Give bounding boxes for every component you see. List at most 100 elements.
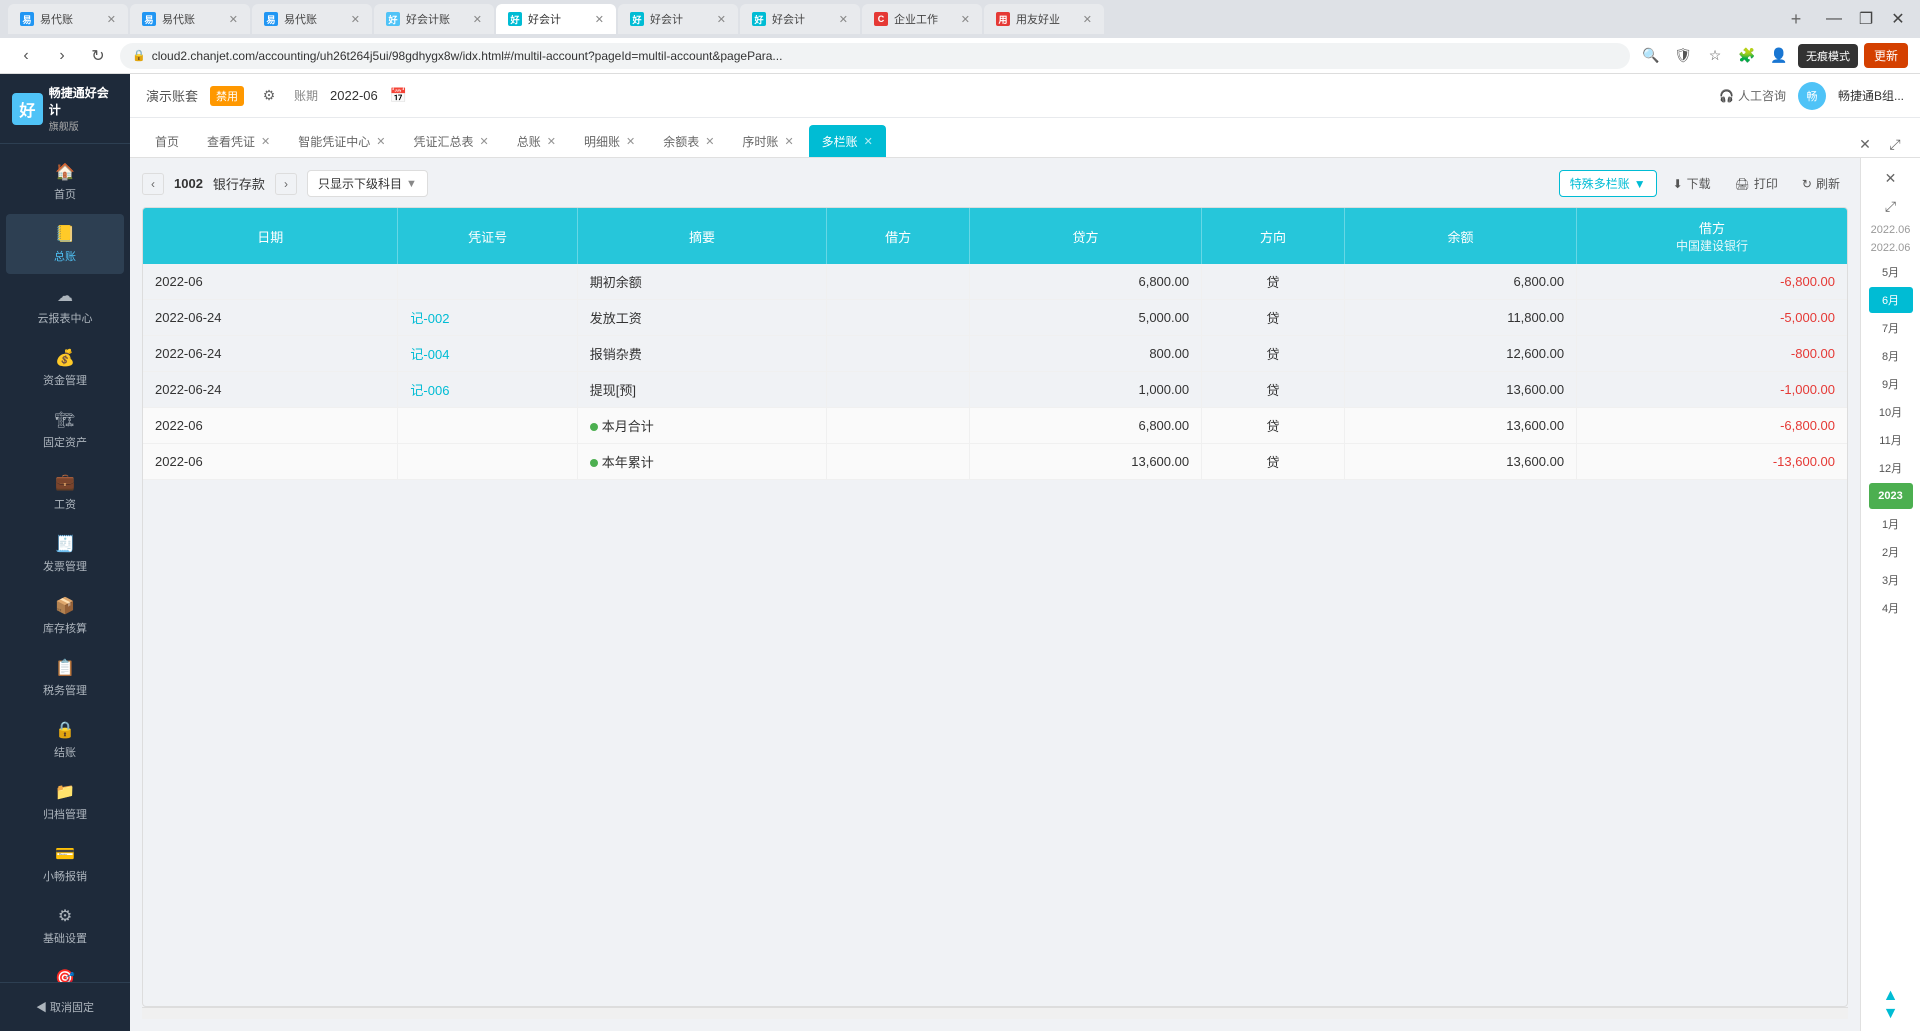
extensions-icon[interactable]: 🧩: [1734, 43, 1760, 69]
page-tab-3[interactable]: 凭证汇总表✕: [400, 125, 501, 157]
tab-close-icon[interactable]: ✕: [961, 13, 970, 26]
voucher-link[interactable]: 记-002: [410, 311, 449, 326]
star-icon[interactable]: ☆: [1702, 43, 1728, 69]
browser-tab-t2[interactable]: 易易代账✕: [130, 4, 250, 34]
month-item[interactable]: 7月: [1869, 315, 1913, 341]
page-tab-close-icon[interactable]: ✕: [864, 135, 873, 148]
url-bar[interactable]: 🔒 cloud2.chanjet.com/accounting/uh26t264…: [120, 43, 1630, 69]
shield-icon[interactable]: 🛡: [1670, 43, 1696, 69]
sidebar-item-invoice[interactable]: 🧾发票管理: [6, 524, 124, 584]
page-tab-close-icon[interactable]: ✕: [626, 135, 635, 148]
page-tab-2[interactable]: 智能凭证中心✕: [285, 125, 398, 157]
calendar-icon[interactable]: 📅: [390, 87, 407, 104]
page-tab-6[interactable]: 余额表✕: [650, 125, 727, 157]
tab-close-icon[interactable]: ✕: [351, 13, 360, 26]
forward-button[interactable]: ›: [48, 42, 76, 70]
page-tab-7[interactable]: 序时账✕: [729, 125, 806, 157]
tab-close-icon[interactable]: ✕: [1083, 13, 1092, 26]
tab-close-icon[interactable]: ✕: [229, 13, 238, 26]
sidebar-pin-button[interactable]: ◀ 取消固定: [6, 993, 124, 1021]
special-multicolumn-button[interactable]: 特殊多栏账 ▼: [1559, 170, 1657, 197]
page-tab-close-icon[interactable]: ✕: [547, 135, 556, 148]
close-window-button[interactable]: ✕: [1884, 5, 1912, 33]
table-cell-1-1[interactable]: 记-002: [398, 300, 577, 336]
horizontal-scrollbar[interactable]: [142, 1007, 1848, 1019]
browser-tab-t6[interactable]: 好好会计✕: [618, 4, 738, 34]
browser-tab-t4[interactable]: 好好会计账✕: [374, 4, 494, 34]
page-tab-5[interactable]: 明细账✕: [571, 125, 648, 157]
collapse-tabs-button[interactable]: ✕: [1852, 131, 1878, 157]
voucher-link[interactable]: 记-006: [410, 383, 449, 398]
browser-tab-t8[interactable]: C企业工作✕: [862, 4, 982, 34]
page-tab-close-icon[interactable]: ✕: [480, 135, 489, 148]
download-button[interactable]: ⬇ 下载: [1665, 171, 1719, 196]
profile-icon[interactable]: 👤: [1766, 43, 1792, 69]
month-item[interactable]: 9月: [1869, 371, 1913, 397]
month-item[interactable]: 3月: [1869, 567, 1913, 593]
browser-tab-t1[interactable]: 易易代账✕: [8, 4, 128, 34]
table-cell-2-1[interactable]: 记-004: [398, 336, 577, 372]
prev-account-button[interactable]: ‹: [142, 173, 164, 195]
month-item[interactable]: 1月: [1869, 511, 1913, 537]
tab-close-icon[interactable]: ✕: [839, 13, 848, 26]
sidebar-item-guide[interactable]: 🎯新手引导: [6, 958, 124, 982]
tab-close-icon[interactable]: ✕: [473, 13, 482, 26]
month-item-active[interactable]: 6月: [1869, 287, 1913, 313]
page-tab-close-icon[interactable]: ✕: [261, 135, 270, 148]
tab-close-icon[interactable]: ✕: [107, 13, 116, 26]
voucher-link[interactable]: 记-004: [410, 347, 449, 362]
sidebar-item-close[interactable]: 🔒结账: [6, 710, 124, 770]
sidebar-item-ledger[interactable]: 📒总账: [6, 214, 124, 274]
back-button[interactable]: ‹: [12, 42, 40, 70]
month-item[interactable]: 8月: [1869, 343, 1913, 369]
sidebar-item-expense[interactable]: 💳小畅报销: [6, 834, 124, 894]
page-tab-1[interactable]: 查看凭证✕: [194, 125, 283, 157]
sidebar-item-fixed-asset[interactable]: 🏗固定资产: [6, 400, 124, 460]
tab-close-icon[interactable]: ✕: [717, 13, 726, 26]
month-item[interactable]: 11月: [1869, 427, 1913, 453]
page-tab-close-icon[interactable]: ✕: [376, 135, 385, 148]
settings-icon[interactable]: ⚙: [256, 83, 282, 109]
tab-close-icon[interactable]: ✕: [595, 13, 604, 26]
print-button[interactable]: 🖨 打印: [1727, 171, 1786, 196]
month-item[interactable]: 4月: [1869, 595, 1913, 621]
sidebar-item-tax[interactable]: 📋税务管理: [6, 648, 124, 708]
panel-close-button[interactable]: ✕: [1879, 166, 1903, 190]
panel-expand-button[interactable]: ⤢: [1879, 194, 1903, 218]
sidebar-item-salary[interactable]: 💼工资: [6, 462, 124, 522]
table-cell-3-1[interactable]: 记-006: [398, 372, 577, 408]
page-tab-close-icon[interactable]: ✕: [705, 135, 714, 148]
next-account-button[interactable]: ›: [275, 173, 297, 195]
month-item[interactable]: 2月: [1869, 539, 1913, 565]
new-tab-button[interactable]: +: [1782, 5, 1810, 33]
sidebar-item-inventory[interactable]: 📦库存核算: [6, 586, 124, 646]
browser-tab-t5[interactable]: 好好会计✕: [496, 4, 616, 34]
sidebar-item-settings[interactable]: ⚙基础设置: [6, 896, 124, 956]
page-tab-8[interactable]: 多栏账✕: [809, 125, 886, 157]
scroll-up-button[interactable]: ▲: [1883, 987, 1899, 1005]
browser-tab-t9[interactable]: 用用友好业✕: [984, 4, 1104, 34]
page-tab-close-icon[interactable]: ✕: [784, 135, 793, 148]
update-button[interactable]: 更新: [1864, 43, 1908, 68]
maximize-button[interactable]: ❐: [1852, 5, 1880, 33]
sidebar-item-fund[interactable]: 💰资金管理: [6, 338, 124, 398]
minimize-button[interactable]: —: [1820, 5, 1848, 33]
sidebar-item-home[interactable]: 🏠首页: [6, 152, 124, 212]
month-item[interactable]: 5月: [1869, 259, 1913, 285]
refresh-button[interactable]: ↻ 刷新: [1794, 171, 1848, 196]
browser-tab-t7[interactable]: 好好会计✕: [740, 4, 860, 34]
browser-tab-t3[interactable]: 易易代账✕: [252, 4, 372, 34]
scroll-down-button[interactable]: ▼: [1883, 1005, 1899, 1023]
reload-button[interactable]: ↻: [84, 42, 112, 70]
sidebar-item-cloud-report[interactable]: ☁云报表中心: [6, 276, 124, 336]
month-item[interactable]: 10月: [1869, 399, 1913, 425]
page-tab-4[interactable]: 总账✕: [504, 125, 569, 157]
search-icon[interactable]: 🔍: [1638, 43, 1664, 69]
wuhen-button[interactable]: 无痕模式: [1798, 44, 1858, 68]
month-item[interactable]: 12月: [1869, 455, 1913, 481]
sidebar-item-archive[interactable]: 📁归档管理: [6, 772, 124, 832]
page-tab-0[interactable]: 首页: [142, 125, 192, 157]
consult-button[interactable]: 🎧 人工咨询: [1719, 87, 1786, 104]
expand-tabs-button[interactable]: ⤢: [1882, 131, 1908, 157]
filter-button[interactable]: 只显示下级科目 ▼: [307, 170, 428, 197]
